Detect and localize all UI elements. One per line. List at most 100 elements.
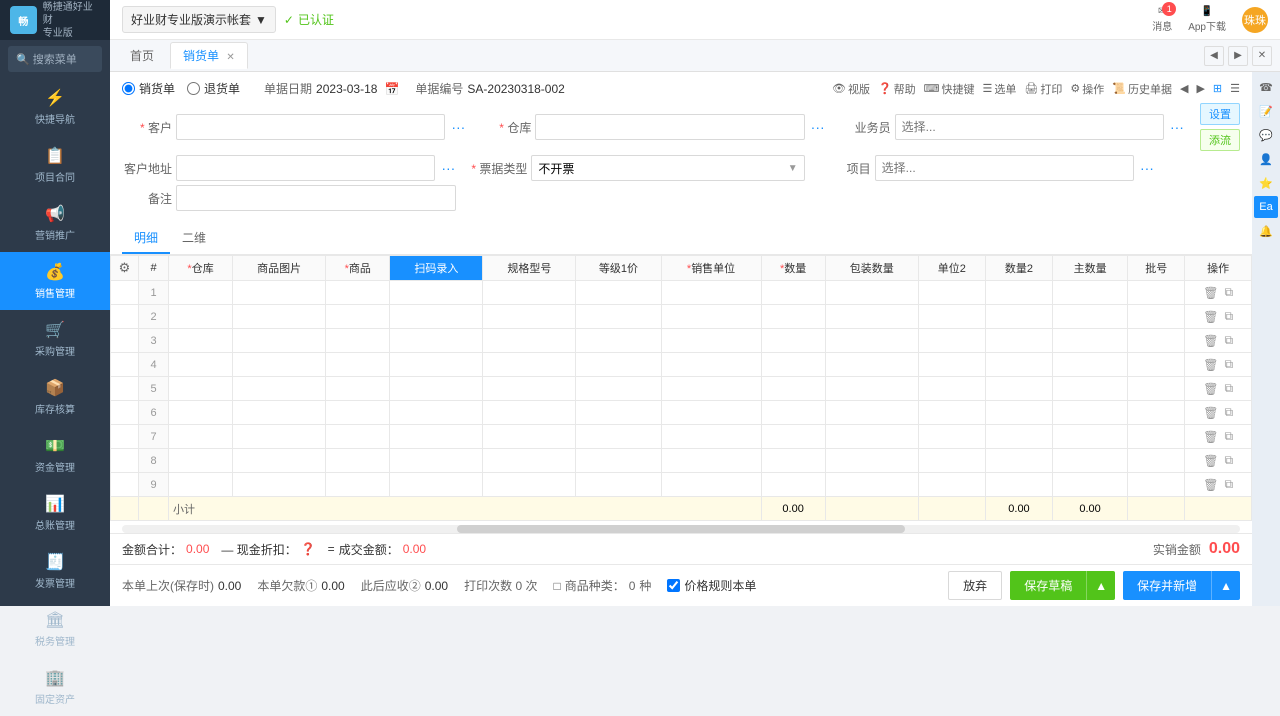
settings-icon[interactable]: ⚙ (119, 260, 131, 275)
row-price-cell[interactable] (576, 329, 661, 353)
company-selector[interactable]: 好业财专业版演示帐套 ▼ (122, 6, 276, 33)
row-pkg-cell[interactable] (825, 377, 918, 401)
row-scan-cell[interactable] (390, 473, 483, 497)
row-warehouse-cell[interactable] (169, 281, 233, 305)
ops-btn[interactable]: ⚙ 操作 (1070, 81, 1104, 97)
grid-view-btn[interactable]: ⊞ (1213, 81, 1222, 97)
row-unit-cell[interactable] (661, 305, 761, 329)
row-copy-btn[interactable]: ⧉ (1223, 380, 1234, 397)
row-qty-cell[interactable] (761, 473, 825, 497)
row-scan-cell[interactable] (390, 305, 483, 329)
address-picker-btn[interactable]: ··· (441, 160, 455, 176)
row-price-cell[interactable] (576, 305, 661, 329)
customer-picker-btn[interactable]: ··· (451, 119, 465, 135)
row-unit-cell[interactable] (661, 353, 761, 377)
row-warehouse-cell[interactable] (169, 449, 233, 473)
save-new-button[interactable]: 保存并新增 (1123, 571, 1211, 600)
row-scan-cell[interactable] (390, 329, 483, 353)
row-pkg-cell[interactable] (825, 329, 918, 353)
row-unit-cell[interactable] (661, 449, 761, 473)
row-copy-btn[interactable]: ⧉ (1223, 356, 1234, 373)
row-scan-cell[interactable] (390, 401, 483, 425)
row-mainqty-cell[interactable] (1053, 305, 1128, 329)
row-batch-cell[interactable] (1128, 449, 1185, 473)
row-spec-cell[interactable] (483, 377, 576, 401)
rt-bell-btn[interactable]: 🔔 (1254, 220, 1278, 242)
row-mainqty-cell[interactable] (1053, 281, 1128, 305)
row-unit2-cell[interactable] (918, 425, 985, 449)
rt-note-btn[interactable]: 📝 (1254, 100, 1278, 122)
shortcut-btn[interactable]: ⌨ 快捷键 (924, 81, 975, 97)
row-warehouse-cell[interactable] (169, 425, 233, 449)
row-unit-cell[interactable] (661, 401, 761, 425)
row-spec-cell[interactable] (483, 305, 576, 329)
row-unit2-cell[interactable] (918, 401, 985, 425)
row-batch-cell[interactable] (1128, 377, 1185, 401)
row-spec-cell[interactable] (483, 353, 576, 377)
row-delete-btn[interactable]: 🗑 (1202, 428, 1219, 445)
set-button[interactable]: 设置 (1200, 103, 1240, 125)
row-qty2-cell[interactable] (985, 377, 1052, 401)
row-scan-cell[interactable] (390, 449, 483, 473)
row-mainqty-cell[interactable] (1053, 329, 1128, 353)
row-scan-cell[interactable] (390, 377, 483, 401)
rt-star-btn[interactable]: ⭐ (1254, 172, 1278, 194)
remark-input[interactable] (176, 185, 456, 211)
row-price-cell[interactable] (576, 425, 661, 449)
row-qty-cell[interactable] (761, 377, 825, 401)
address-input[interactable] (176, 155, 435, 181)
save-draft-button[interactable]: 保存草稿 (1010, 571, 1086, 600)
add-button[interactable]: 添流 (1200, 129, 1240, 151)
user-avatar[interactable]: 珠珠 (1242, 7, 1268, 33)
row-pkg-cell[interactable] (825, 281, 918, 305)
row-price-cell[interactable] (576, 281, 661, 305)
warehouse-picker-btn[interactable]: ··· (811, 119, 825, 135)
customer-input[interactable] (176, 114, 445, 140)
view-btn[interactable]: 👁 视版 (832, 81, 870, 97)
row-qty-cell[interactable] (761, 353, 825, 377)
sidebar-item-invoice[interactable]: 🧾 发票管理 (0, 542, 110, 600)
row-delete-btn[interactable]: 🗑 (1202, 284, 1219, 301)
row-mainqty-cell[interactable] (1053, 473, 1128, 497)
tab-close-icon[interactable]: ✕ (226, 52, 234, 63)
discard-button[interactable]: 放弃 (948, 571, 1002, 600)
row-spec-cell[interactable] (483, 329, 576, 353)
row-delete-btn[interactable]: 🗑 (1202, 452, 1219, 469)
sidebar-item-tax[interactable]: 🏛 税务管理 (0, 600, 110, 658)
row-pkg-cell[interactable] (825, 425, 918, 449)
row-batch-cell[interactable] (1128, 305, 1185, 329)
row-qty2-cell[interactable] (985, 473, 1052, 497)
row-mainqty-cell[interactable] (1053, 425, 1128, 449)
tab-next-button[interactable]: ▶ (1228, 46, 1248, 66)
sidebar-item-project[interactable]: 📋 项目合同 (0, 136, 110, 194)
row-unit-cell[interactable] (661, 329, 761, 353)
row-product-cell[interactable] (326, 353, 390, 377)
row-pkg-cell[interactable] (825, 401, 918, 425)
row-product-cell[interactable] (326, 377, 390, 401)
list-view-btn[interactable]: ☰ (1230, 81, 1240, 97)
row-unit2-cell[interactable] (918, 281, 985, 305)
sidebar-item-purchase[interactable]: 🛒 采购管理 (0, 310, 110, 368)
row-unit-cell[interactable] (661, 377, 761, 401)
row-qty2-cell[interactable] (985, 449, 1052, 473)
row-product-cell[interactable] (326, 473, 390, 497)
tab-close-all-button[interactable]: ✕ (1252, 46, 1272, 66)
sidebar-item-inventory[interactable]: 📦 库存核算 (0, 368, 110, 426)
invoice-select[interactable]: 不开票 ▼ (531, 155, 804, 181)
rt-chat-btn[interactable]: 💬 (1254, 124, 1278, 146)
warehouse-input[interactable]: 小云仓库 (535, 114, 804, 140)
row-qty-cell[interactable] (761, 401, 825, 425)
save-draft-arrow-button[interactable]: ▲ (1086, 571, 1115, 600)
row-batch-cell[interactable] (1128, 425, 1185, 449)
radio-sale-label[interactable]: 销货单 (122, 80, 175, 97)
select-btn[interactable]: ☰ 选单 (983, 81, 1017, 97)
row-pkg-cell[interactable] (825, 449, 918, 473)
row-qty-cell[interactable] (761, 425, 825, 449)
row-product-cell[interactable] (326, 449, 390, 473)
row-pkg-cell[interactable] (825, 473, 918, 497)
radio-sale-input[interactable] (122, 82, 135, 95)
tab-detail[interactable]: 明细 (122, 223, 170, 254)
row-warehouse-cell[interactable] (169, 353, 233, 377)
row-batch-cell[interactable] (1128, 281, 1185, 305)
message-button[interactable]: ✉ 消息 1 (1152, 6, 1172, 33)
